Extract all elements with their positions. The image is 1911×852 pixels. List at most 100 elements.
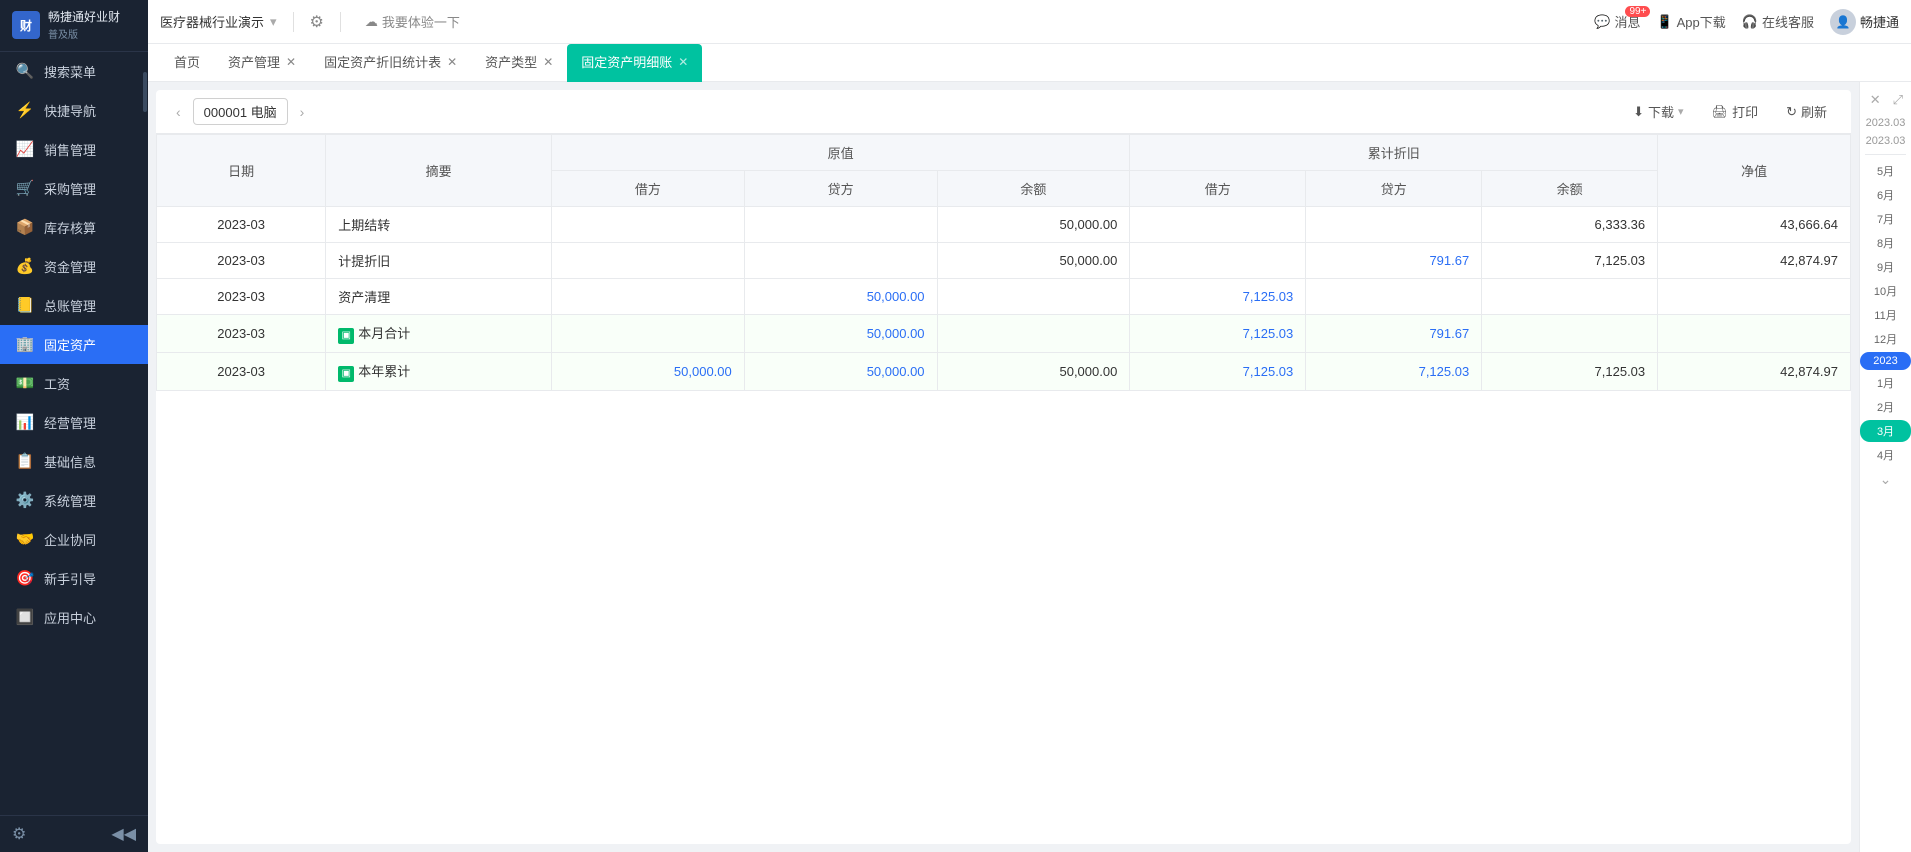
sidebar-item-label: 工资 [44, 374, 70, 393]
sidebar-item-sales[interactable]: 📈 销售管理 [0, 130, 148, 169]
tab-depreciation-close[interactable]: ✕ [447, 55, 457, 69]
app-download-icon: 📱 [1656, 14, 1672, 30]
table-row: 2023-03▣本年累计50,000.0050,000.0050,000.007… [157, 353, 1851, 391]
prev-asset-button[interactable]: ‹ [172, 102, 185, 122]
collapse-sidebar-icon[interactable]: ◀◀ [111, 824, 136, 844]
timeline-month-7[interactable]: 7月 [1860, 208, 1911, 230]
sidebar-footer: ⚙ ◀◀ [0, 815, 148, 852]
th-net: 净值 [1658, 135, 1851, 207]
timeline-month-1[interactable]: 1月 [1860, 372, 1911, 394]
th-acc-balance: 余额 [1482, 171, 1658, 207]
sidebar-item-system[interactable]: ⚙️ 系统管理 [0, 481, 148, 520]
th-orig-debit: 借方 [551, 171, 744, 207]
experience-button[interactable]: ☁ 我要体验一下 [365, 12, 460, 31]
print-icon: 🖨 [1712, 104, 1729, 120]
table-row: 2023-03上期结转50,000.006,333.3643,666.64 [157, 207, 1851, 243]
tab-asset-type-close[interactable]: ✕ [543, 55, 553, 69]
tab-asset-type-label: 资产类型 [485, 52, 537, 71]
timeline-expand-icon[interactable]: ⤢ [1889, 88, 1907, 112]
experience-icon: ☁ [365, 14, 378, 30]
table-row: 2023-03▣本月合计50,000.007,125.03791.67 [157, 315, 1851, 353]
sidebar-item-quick-nav[interactable]: ⚡ 快捷导航 [0, 91, 148, 130]
tab-asset-mgmt-close[interactable]: ✕ [286, 55, 296, 69]
main-area: 医疗器械行业演示 ▾ ⚙ ☁ 我要体验一下 💬 消息 99+ 📱 App下载 🎧… [148, 0, 1911, 852]
fixed-assets-icon: 🏢 [16, 335, 34, 353]
tab-asset-detail-close[interactable]: ✕ [678, 55, 688, 69]
customer-service-button[interactable]: 🎧 在线客服 [1742, 12, 1814, 31]
timeline-year-badge[interactable]: 2023 [1860, 352, 1911, 370]
timeline-month-3[interactable]: 3月 [1860, 420, 1911, 442]
quick-nav-icon: ⚡ [16, 101, 34, 119]
th-orig-balance: 余额 [937, 171, 1130, 207]
inventory-icon: 📦 [16, 218, 34, 236]
company-selector[interactable]: 医疗器械行业演示 ▾ [160, 12, 277, 31]
timeline-month-8[interactable]: 8月 [1860, 232, 1911, 254]
asset-code-display: 000001 电脑 [193, 98, 288, 125]
sidebar-item-label: 应用中心 [44, 608, 96, 627]
tab-home[interactable]: 首页 [160, 44, 214, 82]
timeline-month-11[interactable]: 11月 [1860, 304, 1911, 326]
tab-asset-mgmt[interactable]: 资产管理 ✕ [214, 44, 310, 82]
th-accumulated: 累计折旧 [1130, 135, 1658, 171]
sidebar-item-label: 基础信息 [44, 452, 96, 471]
purchase-icon: 🛒 [16, 179, 34, 197]
message-button[interactable]: 💬 消息 99+ [1594, 12, 1640, 31]
settings-icon[interactable]: ⚙ [310, 12, 324, 32]
timeline-month-10[interactable]: 10月 [1860, 280, 1911, 302]
refresh-label: 刷新 [1801, 102, 1827, 121]
timeline-month-6[interactable]: 6月 [1860, 184, 1911, 206]
message-badge: 99+ [1625, 6, 1650, 17]
app-edition: 普及版 [48, 26, 120, 41]
sidebar-item-general-ledger[interactable]: 📒 总账管理 [0, 286, 148, 325]
tab-depreciation-stats[interactable]: 固定资产折旧统计表 ✕ [310, 44, 471, 82]
refresh-button[interactable]: ↻ 刷新 [1778, 98, 1835, 125]
timeline-month-12[interactable]: 12月 [1860, 328, 1911, 350]
sidebar-item-finance[interactable]: 💰 资金管理 [0, 247, 148, 286]
refresh-icon: ↻ [1786, 104, 1797, 120]
user-menu[interactable]: 👤 畅捷通 [1830, 9, 1899, 35]
print-button[interactable]: 🖨 打印 [1704, 98, 1767, 125]
sidebar: 财 畅捷通好业财 普及版 🔍 搜索菜单 ⚡ 快捷导航 📈 销售管理 🛒 采购管理 [0, 0, 148, 852]
finance-icon: 💰 [16, 257, 34, 275]
next-asset-button[interactable]: › [296, 102, 309, 122]
tab-depreciation-stats-label: 固定资产折旧统计表 [324, 52, 441, 71]
timeline-header: ✕ ⤢ [1860, 86, 1911, 114]
system-icon: ⚙️ [16, 491, 34, 509]
sidebar-item-salary[interactable]: 💵 工资 [0, 364, 148, 403]
th-orig-credit: 贷方 [744, 171, 937, 207]
sidebar-item-fixed-assets[interactable]: 🏢 固定资产 [0, 325, 148, 364]
sidebar-item-search[interactable]: 🔍 搜索菜单 [0, 52, 148, 91]
general-ledger-icon: 📒 [16, 296, 34, 314]
timeline-close-icon[interactable]: ✕ [1866, 88, 1885, 112]
sidebar-item-guide[interactable]: 🎯 新手引导 [0, 559, 148, 598]
timeline-month-4[interactable]: 4月 [1860, 444, 1911, 466]
sidebar-item-inventory[interactable]: 📦 库存核算 [0, 208, 148, 247]
app-center-icon: 🔲 [16, 608, 34, 626]
settings-gear-icon[interactable]: ⚙ [12, 824, 26, 844]
topbar-divider-2 [340, 12, 341, 32]
ledger-table-wrap: 日期 摘要 原值 累计折旧 净值 借方 贷方 余额 借方 贷方 余额 [156, 134, 1851, 844]
sidebar-item-label: 总账管理 [44, 296, 96, 315]
sidebar-item-operations[interactable]: 📊 经营管理 [0, 403, 148, 442]
app-download-button[interactable]: 📱 App下载 [1656, 12, 1725, 31]
sidebar-item-label: 固定资产 [44, 335, 96, 354]
timeline-month-9[interactable]: 9月 [1860, 256, 1911, 278]
timeline-month-2[interactable]: 2月 [1860, 396, 1911, 418]
timeline-year-2023-sub: 2023.03 [1860, 132, 1911, 150]
customer-service-label: 在线客服 [1762, 12, 1814, 31]
topbar-right: 💬 消息 99+ 📱 App下载 🎧 在线客服 👤 畅捷通 [1594, 9, 1899, 35]
tab-asset-detail[interactable]: 固定资产明细账 ✕ [567, 44, 702, 82]
sidebar-item-app-center[interactable]: 🔲 应用中心 [0, 598, 148, 637]
table-row: 2023-03计提折旧50,000.00791.677,125.0342,874… [157, 243, 1851, 279]
sidebar-item-basic-info[interactable]: 📋 基础信息 [0, 442, 148, 481]
sidebar-item-enterprise[interactable]: 🤝 企业协同 [0, 520, 148, 559]
timeline-down-arrow[interactable]: ⌄ [1876, 467, 1896, 492]
user-avatar: 👤 [1830, 9, 1856, 35]
download-button[interactable]: ⬇ 下载 ▾ [1625, 98, 1691, 125]
sidebar-item-label: 采购管理 [44, 179, 96, 198]
sidebar-item-purchase[interactable]: 🛒 采购管理 [0, 169, 148, 208]
tab-asset-type[interactable]: 资产类型 ✕ [471, 44, 567, 82]
topbar-divider-1 [293, 12, 294, 32]
timeline-month-5[interactable]: 5月 [1860, 160, 1911, 182]
tabbar: 首页 资产管理 ✕ 固定资产折旧统计表 ✕ 资产类型 ✕ 固定资产明细账 ✕ [148, 44, 1911, 82]
